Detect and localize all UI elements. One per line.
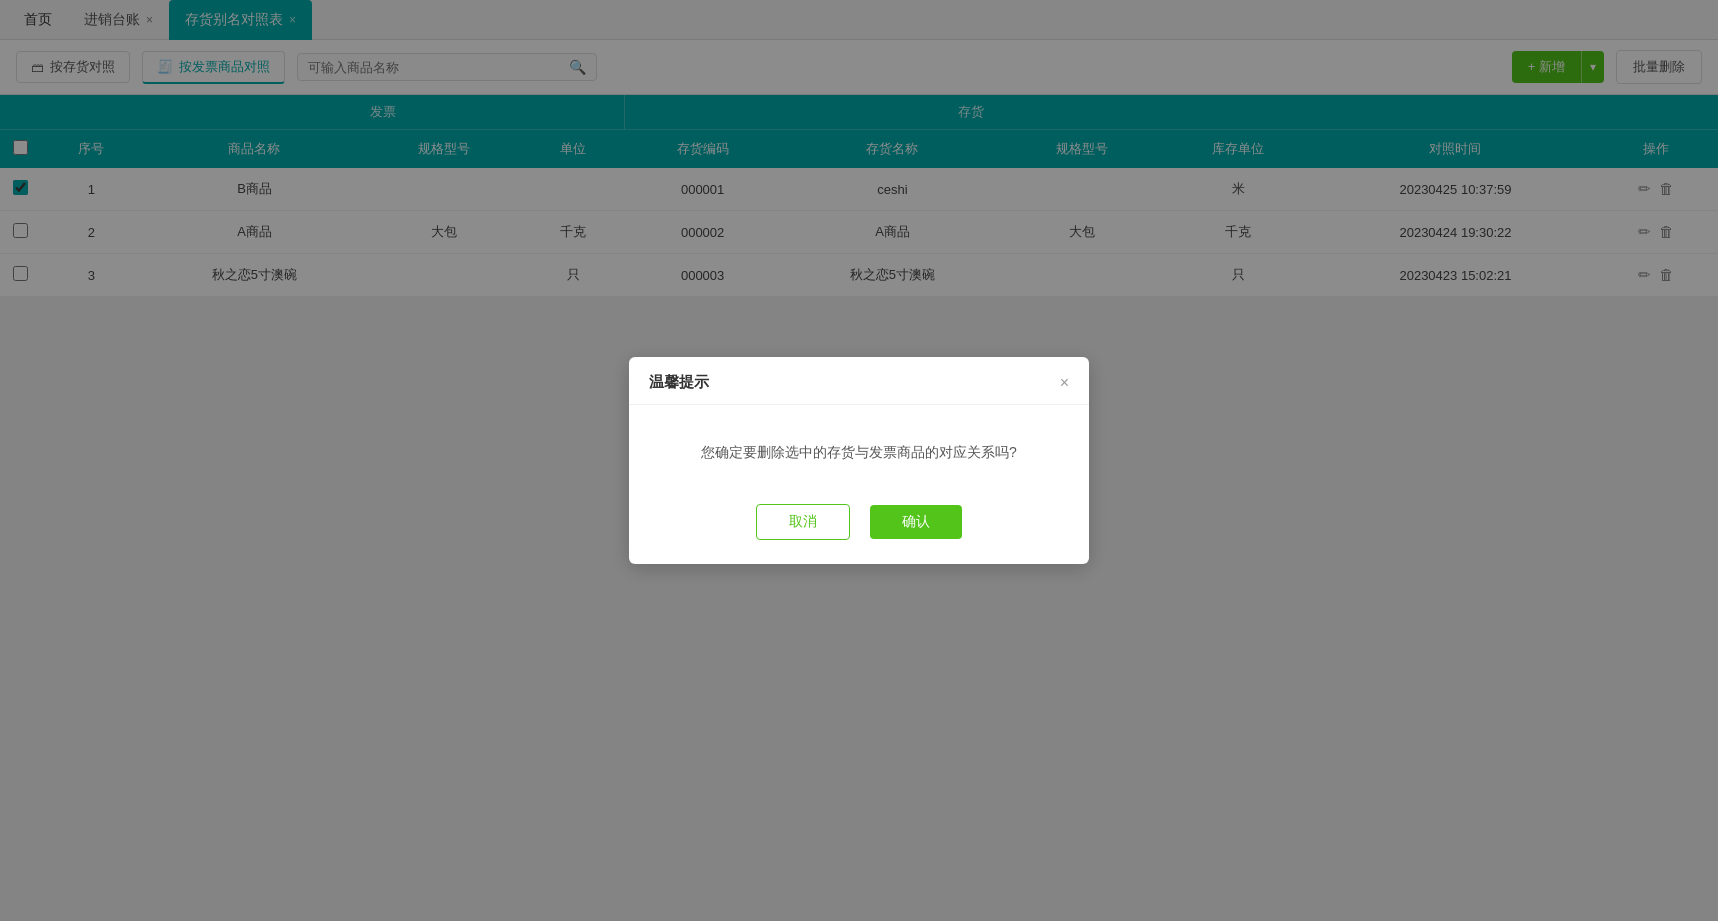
- dialog-overlay: 温馨提示 × 您确定要删除选中的存货与发票商品的对应关系吗? 取消 确认: [0, 0, 1718, 297]
